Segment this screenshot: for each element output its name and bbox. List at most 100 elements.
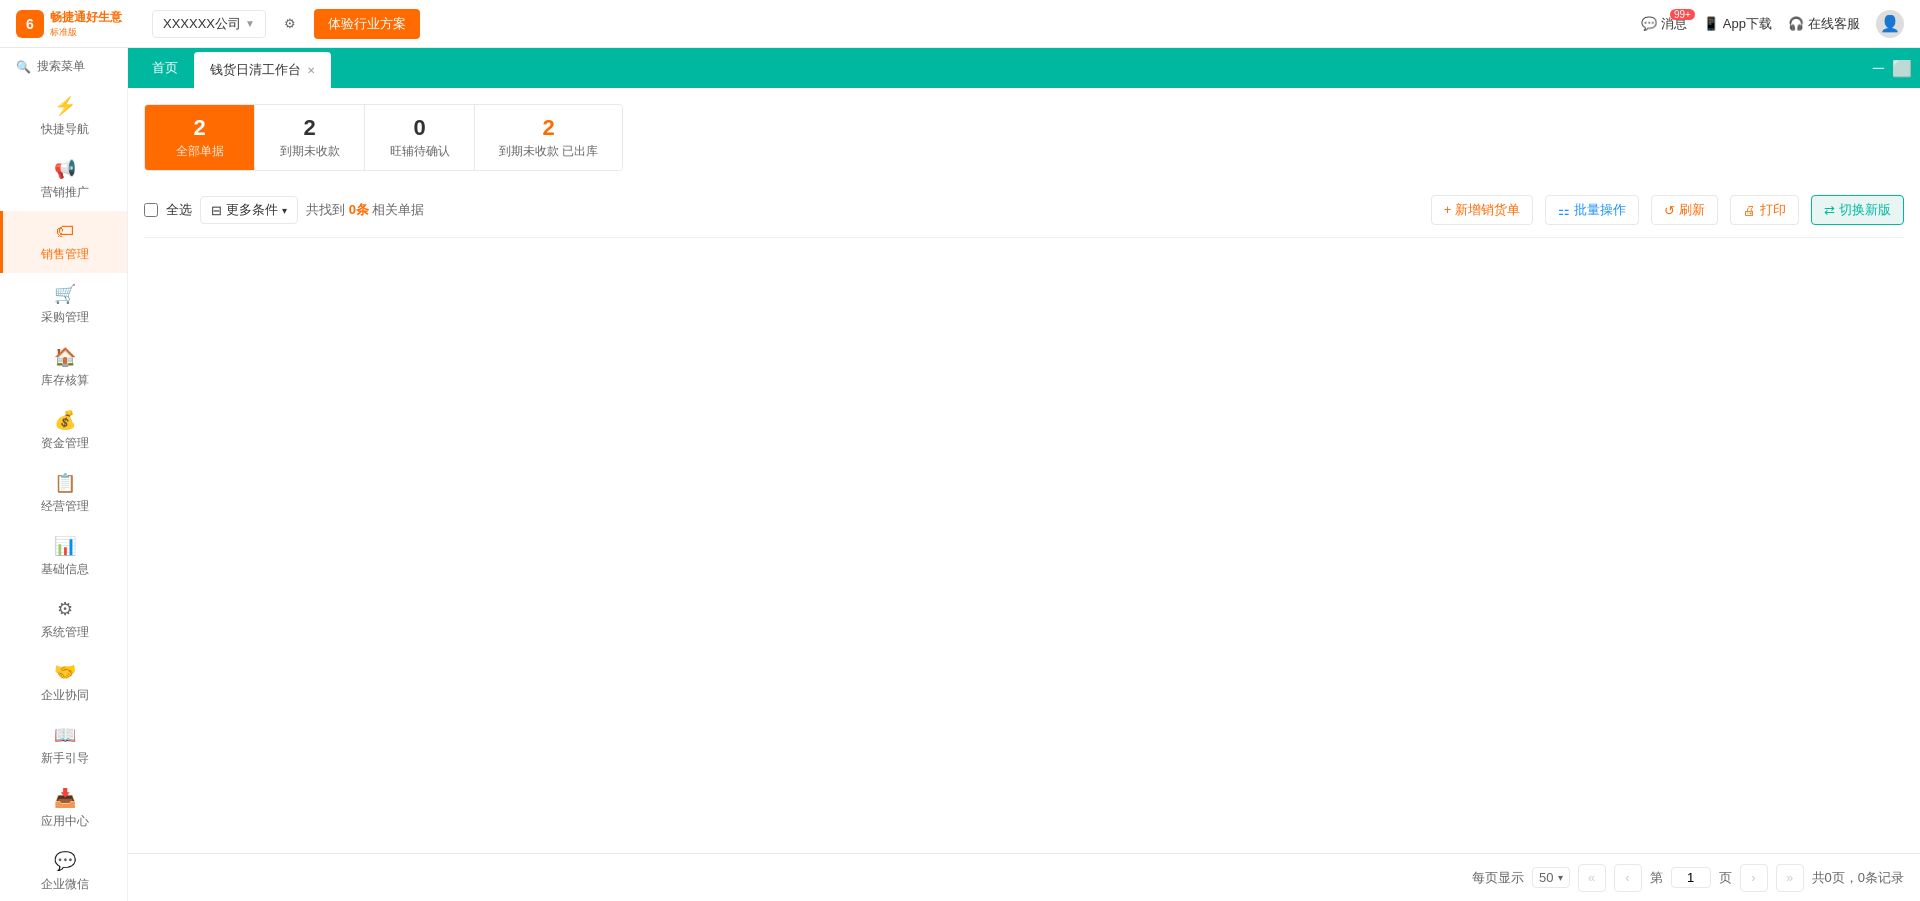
overdue-count: 2 xyxy=(279,115,340,141)
select-all-checkbox[interactable] xyxy=(144,203,158,217)
logo-icon: 6 xyxy=(16,10,44,38)
sidebar-item-system[interactable]: ⚙ 系统管理 xyxy=(0,588,127,651)
company-selector[interactable]: XXXXXX公司 ▼ xyxy=(152,10,266,38)
marketing-icon: 📢 xyxy=(54,158,76,180)
basic-info-icon: 📊 xyxy=(54,535,76,557)
select-all-label: 全选 xyxy=(166,201,192,219)
sidebar-item-quick-nav[interactable]: ⚡ 快捷导航 xyxy=(0,85,127,148)
sidebar-item-cooperation[interactable]: 🤝 企业协同 xyxy=(0,651,127,714)
sidebar-item-guide[interactable]: 📖 新手引导 xyxy=(0,714,127,777)
page-label: 第 xyxy=(1650,869,1663,887)
overdue-shipped-label: 到期未收款 已出库 xyxy=(499,143,598,160)
cooperation-icon: 🤝 xyxy=(54,661,76,683)
toolbar-left: 全选 ⊟ 更多条件 ▾ 共找到 0条 相关单据 xyxy=(144,196,424,224)
system-icon: ⚙ xyxy=(57,598,73,620)
sidebar-label-app-center: 应用中心 xyxy=(41,813,89,830)
sidebar-label-weixin: 企业微信 xyxy=(41,876,89,893)
switch-version-button[interactable]: ⇄ 切换新版 xyxy=(1811,195,1904,225)
gear-icon: ⚙ xyxy=(284,16,296,31)
inventory-icon: 🏠 xyxy=(54,346,76,368)
filter-chevron-icon: ▾ xyxy=(282,205,287,216)
close-tab-icon[interactable]: ✕ xyxy=(307,65,315,76)
headset-icon: 🎧 xyxy=(1788,16,1804,31)
stats-tab-overdue-shipped[interactable]: 2 到期未收款 已出库 xyxy=(475,105,622,170)
company-name: XXXXXX公司 xyxy=(163,15,241,33)
page-size-select[interactable]: 50 ▾ xyxy=(1532,867,1569,888)
message-button[interactable]: 💬 消息 99+ xyxy=(1641,15,1687,33)
nav-tabs: 首页 钱货日清工作台 ✕ ─ ⬜ xyxy=(128,48,1920,88)
toolbar-right: + 新增销货单 ⚏ 批量操作 ↺ 刷新 🖨 打印 ⇄ 切换新版 xyxy=(1431,195,1904,225)
switch-icon: ⇄ xyxy=(1824,203,1835,218)
try-industry-button[interactable]: 体验行业方案 xyxy=(314,9,420,39)
batch-icon: ⚏ xyxy=(1558,203,1570,218)
last-page-button[interactable]: » xyxy=(1776,864,1804,892)
finance-icon: 💰 xyxy=(54,409,76,431)
sales-icon: 🏷 xyxy=(56,221,74,242)
sidebar-item-app-center[interactable]: 📥 应用中心 xyxy=(0,777,127,840)
nav-tabs-right: ─ ⬜ xyxy=(1873,59,1912,78)
sidebar-item-inventory[interactable]: 🏠 库存核算 xyxy=(0,336,127,399)
batch-operation-button[interactable]: ⚏ 批量操作 xyxy=(1545,195,1639,225)
app-download-icon: 📱 xyxy=(1703,16,1719,31)
all-count: 2 xyxy=(169,115,230,141)
sidebar-item-weixin[interactable]: 💬 企业微信 xyxy=(0,840,127,901)
per-page-label: 每页显示 xyxy=(1472,869,1524,887)
online-service-label: 在线客服 xyxy=(1808,15,1860,33)
filter-button[interactable]: ⊟ 更多条件 ▾ xyxy=(200,196,298,224)
app-download-label: App下载 xyxy=(1723,15,1772,33)
purchase-icon: 🛒 xyxy=(54,283,76,305)
message-icon: 💬 xyxy=(1641,16,1657,31)
tab-home[interactable]: 首页 xyxy=(136,48,194,88)
sidebar-label-finance: 资金管理 xyxy=(41,435,89,452)
maximize-button[interactable]: ⬜ xyxy=(1892,59,1912,78)
pending-count: 0 xyxy=(389,115,450,141)
first-page-button[interactable]: « xyxy=(1578,864,1606,892)
stats-tab-pending[interactable]: 0 旺辅待确认 xyxy=(365,105,475,170)
avatar[interactable]: 👤 xyxy=(1876,10,1904,38)
sidebar-item-finance[interactable]: 💰 资金管理 xyxy=(0,399,127,462)
sidebar-item-sales[interactable]: 🏷 销售管理 xyxy=(0,211,127,273)
prev-page-button[interactable]: ‹ xyxy=(1614,864,1642,892)
sidebar-label-system: 系统管理 xyxy=(41,624,89,641)
sidebar-item-purchase[interactable]: 🛒 采购管理 xyxy=(0,273,127,336)
sidebar-item-marketing[interactable]: 📢 营销推广 xyxy=(0,148,127,211)
sidebar-label-guide: 新手引导 xyxy=(41,750,89,767)
overdue-shipped-count: 2 xyxy=(499,115,598,141)
all-label: 全部单据 xyxy=(169,143,230,160)
top-header: 6 畅捷通好生意 标准版 XXXXXX公司 ▼ ⚙ 体验行业方案 💬 消息 99… xyxy=(0,0,1920,48)
logo-text: 畅捷通好生意 标准版 xyxy=(50,9,122,39)
sidebar-label-sales: 销售管理 xyxy=(41,246,89,263)
sidebar-item-basic-info[interactable]: 📊 基础信息 xyxy=(0,525,127,588)
sidebar-label-cooperation: 企业协同 xyxy=(41,687,89,704)
found-count: 0条 xyxy=(349,202,369,217)
new-sales-order-button[interactable]: + 新增销货单 xyxy=(1431,195,1533,225)
content-inner: 2 全部单据 2 到期未收款 0 旺辅待确认 2 到期未收款 已出库 全选 xyxy=(128,88,1920,901)
tab-work-station[interactable]: 钱货日清工作台 ✕ xyxy=(194,52,331,88)
main-content: 2 全部单据 2 到期未收款 0 旺辅待确认 2 到期未收款 已出库 全选 xyxy=(128,88,1920,901)
total-info: 共0页，0条记录 xyxy=(1812,869,1904,887)
sidebar-label-quick-nav: 快捷导航 xyxy=(41,121,89,138)
search-icon: 🔍 xyxy=(16,60,31,74)
search-menu-item[interactable]: 🔍 搜索菜单 xyxy=(0,48,127,85)
print-button[interactable]: 🖨 打印 xyxy=(1730,195,1799,225)
print-icon: 🖨 xyxy=(1743,203,1756,218)
page-number-input[interactable] xyxy=(1671,867,1711,888)
refresh-button[interactable]: ↺ 刷新 xyxy=(1651,195,1718,225)
stats-tab-all[interactable]: 2 全部单据 xyxy=(145,105,255,170)
stats-tab-overdue[interactable]: 2 到期未收款 xyxy=(255,105,365,170)
pending-label: 旺辅待确认 xyxy=(389,143,450,160)
online-service-button[interactable]: 🎧 在线客服 xyxy=(1788,15,1860,33)
sidebar-label-marketing: 营销推广 xyxy=(41,184,89,201)
chevron-down-icon: ▼ xyxy=(245,18,255,29)
operations-icon: 📋 xyxy=(54,472,76,494)
sidebar-item-operations[interactable]: 📋 经营管理 xyxy=(0,462,127,525)
sidebar-label-purchase: 采购管理 xyxy=(41,309,89,326)
app-download-button[interactable]: 📱 App下载 xyxy=(1703,15,1772,33)
next-page-button[interactable]: › xyxy=(1740,864,1768,892)
minimize-button[interactable]: ─ xyxy=(1873,59,1884,77)
pagination: 每页显示 50 ▾ « ‹ 第 页 › » 共0页，0条记录 xyxy=(128,853,1920,901)
settings-button[interactable]: ⚙ xyxy=(274,8,306,40)
filter-label: 更多条件 xyxy=(226,201,278,219)
weixin-icon: 💬 xyxy=(54,850,76,872)
header-right: 💬 消息 99+ 📱 App下载 🎧 在线客服 👤 xyxy=(1641,10,1904,38)
